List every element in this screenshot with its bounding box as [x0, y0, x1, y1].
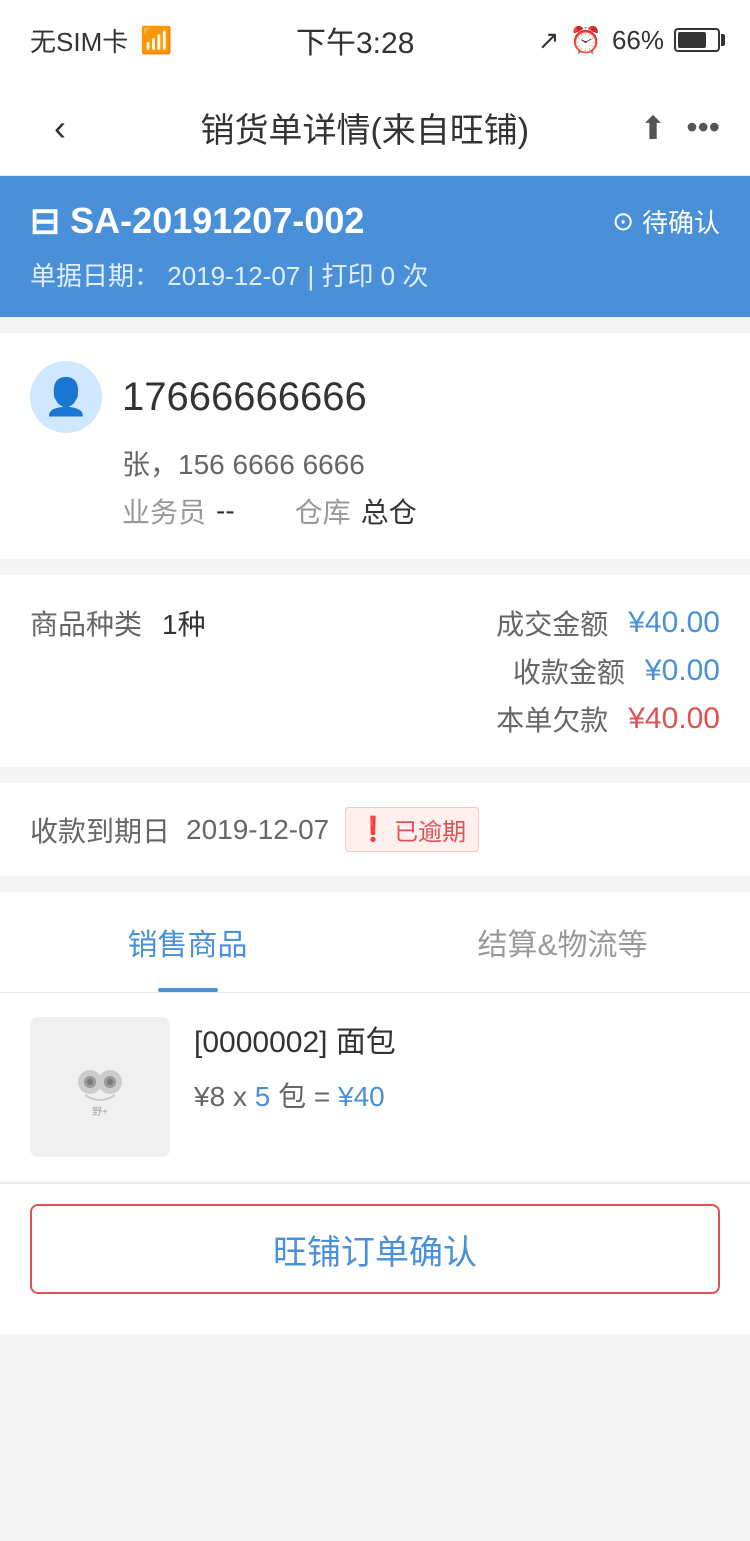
- warehouse-value: 总仓: [361, 491, 417, 531]
- tabs-row: 销售商品 结算&物流等: [0, 892, 750, 993]
- status-text: 待确认: [642, 203, 720, 240]
- overdue-icon: ❗: [358, 815, 388, 844]
- date-label: 单据日期：: [30, 261, 160, 291]
- svg-text:野+: 野+: [92, 1106, 108, 1117]
- summary-right: 成交金额 ¥40.00 收款金额 ¥0.00 本单欠款 ¥40.00: [496, 603, 720, 739]
- print-info: | 打印 0 次: [307, 261, 428, 291]
- alarm-icon: ⏰: [570, 25, 602, 56]
- due-date-section: 收款到期日 2019-12-07 ❗ 已逾期: [0, 783, 750, 876]
- tab-settlement[interactable]: 结算&物流等: [375, 892, 750, 992]
- product-total: ¥40: [338, 1081, 385, 1112]
- customer-section: 👤 17666666666 张，156 6666 6666 业务员 -- 仓库 …: [0, 333, 750, 559]
- battery-icon: [674, 28, 720, 52]
- product-unit: 包: [278, 1081, 306, 1112]
- sales-meta: 业务员 --: [122, 491, 235, 531]
- doc-icon: ⊟: [30, 200, 60, 242]
- back-button[interactable]: ‹: [30, 98, 90, 158]
- carrier-label: 无SIM卡: [30, 22, 128, 59]
- order-id-value: SA-20191207-002: [70, 200, 364, 242]
- amount-row: 成交金额 ¥40.00: [496, 603, 720, 643]
- more-button[interactable]: •••: [686, 109, 720, 146]
- due-date-value: 2019-12-07: [186, 814, 329, 846]
- status-bar: 无SIM卡 📶 下午3:28 ↗ ⏰ 66%: [0, 0, 750, 80]
- product-type-label: 商品种类: [30, 603, 142, 643]
- product-price-row: ¥8 x 5 包 = ¥40: [194, 1075, 720, 1115]
- confirm-order-button[interactable]: 旺铺订单确认: [30, 1204, 720, 1294]
- tab-sales-goods[interactable]: 销售商品: [0, 892, 375, 992]
- date-value: 2019-12-07: [167, 261, 300, 291]
- overdue-text: 已逾期: [394, 812, 466, 847]
- price-x: x: [233, 1081, 255, 1112]
- status-left: 无SIM卡 📶: [30, 22, 173, 59]
- tabs-section: 销售商品 结算&物流等 野+ [0000002] 面包: [0, 892, 750, 1181]
- tab-settlement-label: 结算&物流等: [477, 929, 647, 962]
- confirm-order-label: 旺铺订单确认: [273, 1225, 477, 1274]
- product-thumbnail: 野+: [30, 1017, 170, 1157]
- order-header-card: ⊟ SA-20191207-002 ⊙ 待确认 单据日期： 2019-12-07…: [0, 176, 750, 317]
- product-name: [0000002] 面包: [194, 1017, 720, 1061]
- share-button[interactable]: ⬆: [640, 109, 667, 147]
- customer-phone: 17666666666: [122, 375, 367, 420]
- product-code: [0000002]: [194, 1026, 327, 1059]
- bottom-bar: 旺铺订单确认: [0, 1183, 750, 1334]
- sales-label: 业务员: [122, 491, 206, 531]
- order-date-info: 单据日期： 2019-12-07 | 打印 0 次: [30, 256, 720, 293]
- product-qty: 5: [255, 1081, 271, 1112]
- received-label: 收款金额: [513, 651, 625, 691]
- price-unit: ¥8: [194, 1081, 225, 1112]
- battery-percentage: 66%: [612, 25, 664, 56]
- price-eq: =: [314, 1081, 338, 1112]
- product-item: 野+ [0000002] 面包 ¥8 x 5 包 = ¥40: [0, 993, 750, 1181]
- status-time: 下午3:28: [296, 18, 414, 62]
- received-row: 收款金额 ¥0.00: [513, 651, 720, 691]
- warehouse-meta: 仓库 总仓: [295, 491, 417, 531]
- order-id-row: ⊟ SA-20191207-002 ⊙ 待确认: [30, 200, 720, 242]
- product-info: [0000002] 面包 ¥8 x 5 包 = ¥40: [194, 1017, 720, 1115]
- summary-left: 商品种类 1种: [30, 603, 206, 643]
- customer-main-row: 👤 17666666666: [30, 361, 720, 433]
- product-name-text: 面包: [336, 1026, 396, 1059]
- order-id: ⊟ SA-20191207-002: [30, 200, 364, 242]
- warehouse-label: 仓库: [295, 491, 351, 531]
- amount-label: 成交金额: [496, 603, 608, 643]
- status-right: ↗ ⏰ 66%: [538, 25, 720, 56]
- nav-bar: ‹ 销货单详情(来自旺铺) ⬆ •••: [0, 80, 750, 176]
- bottom-padding: [0, 1381, 750, 1541]
- amount-value: ¥40.00: [628, 606, 720, 640]
- owed-row: 本单欠款 ¥40.00: [496, 699, 720, 739]
- received-value: ¥0.00: [645, 654, 720, 688]
- tab-sales-goods-label: 销售商品: [128, 929, 248, 962]
- page-title: 销货单详情(来自旺铺): [200, 103, 529, 152]
- customer-name: 张，156 6666 6666: [122, 443, 720, 483]
- owed-label: 本单欠款: [496, 699, 608, 739]
- order-status: ⊙ 待确认: [612, 203, 720, 240]
- overdue-badge: ❗ 已逾期: [345, 807, 479, 852]
- product-thumb-image: 野+: [60, 1057, 140, 1117]
- summary-section: 商品种类 1种 成交金额 ¥40.00 收款金额 ¥0.00 本单欠款 ¥40.…: [0, 575, 750, 767]
- product-type-value: 1种: [162, 603, 206, 643]
- sales-value: --: [216, 495, 235, 527]
- avatar: 👤: [30, 361, 102, 433]
- location-icon: ↗: [538, 25, 560, 56]
- nav-right: ⬆ •••: [640, 109, 720, 147]
- avatar-icon: 👤: [44, 376, 89, 418]
- wifi-icon: 📶: [140, 25, 172, 56]
- summary-row: 商品种类 1种 成交金额 ¥40.00 收款金额 ¥0.00 本单欠款 ¥40.…: [30, 603, 720, 739]
- status-clock-icon: ⊙: [612, 206, 634, 237]
- customer-meta: 业务员 -- 仓库 总仓: [122, 491, 720, 531]
- due-date-label: 收款到期日: [30, 810, 170, 850]
- owed-value: ¥40.00: [628, 702, 720, 736]
